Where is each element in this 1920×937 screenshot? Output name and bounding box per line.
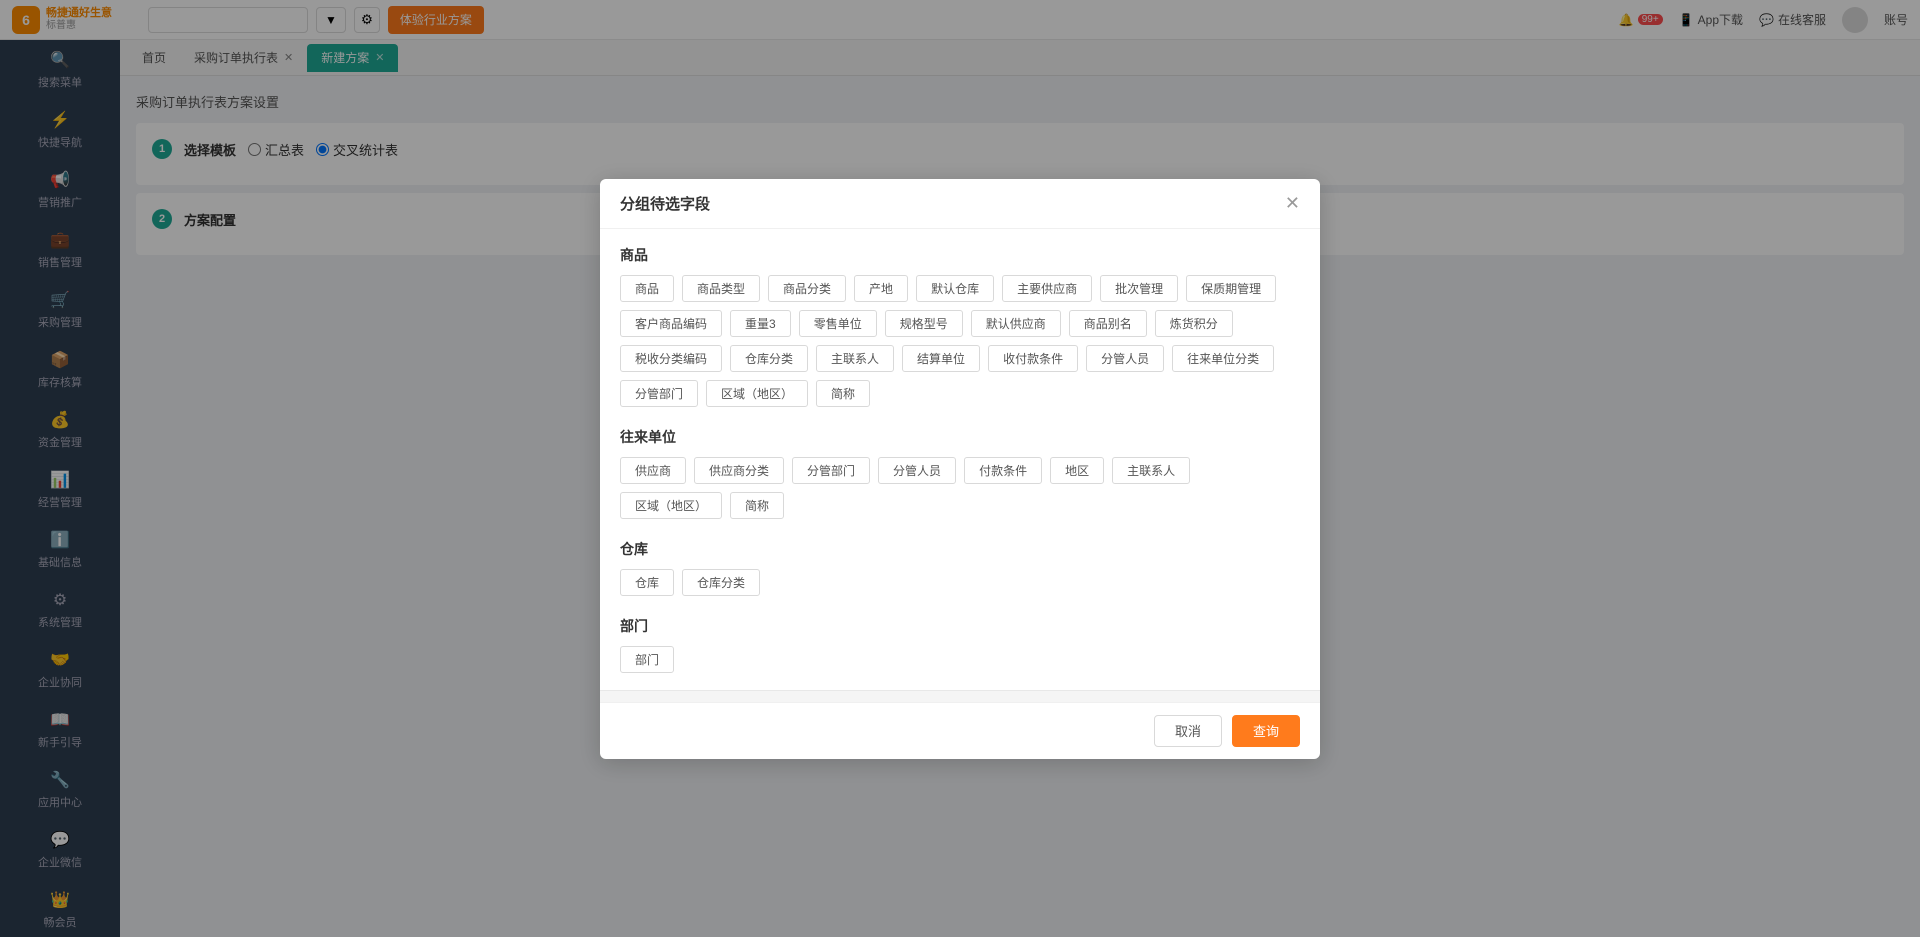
field-tag-商品别名[interactable]: 商品别名 (1069, 310, 1147, 337)
field-section-商品: 商品商品商品类型商品分类产地默认仓库主要供应商批次管理保质期管理客户商品编码重量… (620, 245, 1300, 407)
field-tag-分管部门[interactable]: 分管部门 (620, 380, 698, 407)
modal-header: 分组待选字段 ✕ (600, 179, 1320, 229)
field-tag-分管人员[interactable]: 分管人员 (1086, 345, 1164, 372)
field-tag-炼货积分[interactable]: 炼货积分 (1155, 310, 1233, 337)
field-tag-重量3[interactable]: 重量3 (730, 310, 791, 337)
field-tag-商品分类[interactable]: 商品分类 (768, 275, 846, 302)
field-tag-收付款条件[interactable]: 收付款条件 (988, 345, 1078, 372)
section-title-往来单位: 往来单位 (620, 427, 1300, 447)
field-section-仓库: 仓库仓库仓库分类 (620, 539, 1300, 596)
modal-overlay: 分组待选字段 ✕ 商品商品商品类型商品分类产地默认仓库主要供应商批次管理保质期管… (0, 0, 1920, 937)
field-tag-默认供应商[interactable]: 默认供应商 (971, 310, 1061, 337)
field-tag-零售单位[interactable]: 零售单位 (799, 310, 877, 337)
field-tag-简称[interactable]: 简称 (816, 380, 870, 407)
modal-title: 分组待选字段 (620, 193, 710, 214)
modal-close-button[interactable]: ✕ (1285, 193, 1300, 214)
field-tag-区域（地区）[interactable]: 区域（地区） (620, 492, 722, 519)
field-tag-简称[interactable]: 简称 (730, 492, 784, 519)
field-tag-规格型号[interactable]: 规格型号 (885, 310, 963, 337)
field-tag-往来单位分类[interactable]: 往来单位分类 (1172, 345, 1274, 372)
field-tag-商品[interactable]: 商品 (620, 275, 674, 302)
modal-dialog: 分组待选字段 ✕ 商品商品商品类型商品分类产地默认仓库主要供应商批次管理保质期管… (600, 179, 1320, 759)
field-tag-客户商品编码[interactable]: 客户商品编码 (620, 310, 722, 337)
field-tag-主要供应商[interactable]: 主要供应商 (1002, 275, 1092, 302)
modal-horizontal-scrollbar[interactable] (600, 690, 1320, 702)
field-tag-供应商分类[interactable]: 供应商分类 (694, 457, 784, 484)
field-tag-部门[interactable]: 部门 (620, 646, 674, 673)
section-title-商品: 商品 (620, 245, 1300, 265)
field-tag-仓库分类[interactable]: 仓库分类 (730, 345, 808, 372)
field-tag-付款条件[interactable]: 付款条件 (964, 457, 1042, 484)
confirm-button[interactable]: 查询 (1232, 715, 1300, 747)
field-tag-税收分类编码[interactable]: 税收分类编码 (620, 345, 722, 372)
cancel-button[interactable]: 取消 (1154, 715, 1222, 747)
field-tag-主联系人[interactable]: 主联系人 (1112, 457, 1190, 484)
field-tag-产地[interactable]: 产地 (854, 275, 908, 302)
modal-body: 商品商品商品类型商品分类产地默认仓库主要供应商批次管理保质期管理客户商品编码重量… (600, 229, 1320, 690)
field-tag-仓库分类[interactable]: 仓库分类 (682, 569, 760, 596)
field-tag-结算单位[interactable]: 结算单位 (902, 345, 980, 372)
field-tag-保质期管理[interactable]: 保质期管理 (1186, 275, 1276, 302)
field-tag-商品类型[interactable]: 商品类型 (682, 275, 760, 302)
field-tag-主联系人[interactable]: 主联系人 (816, 345, 894, 372)
field-tags-商品: 商品商品类型商品分类产地默认仓库主要供应商批次管理保质期管理客户商品编码重量3 零… (620, 275, 1300, 407)
field-section-部门: 部门部门 (620, 616, 1300, 673)
field-tag-分管部门[interactable]: 分管部门 (792, 457, 870, 484)
field-tag-分管人员[interactable]: 分管人员 (878, 457, 956, 484)
field-tags-部门: 部门 (620, 646, 1300, 673)
modal-footer: 取消 查询 (600, 702, 1320, 759)
field-tag-批次管理[interactable]: 批次管理 (1100, 275, 1178, 302)
field-tag-供应商[interactable]: 供应商 (620, 457, 686, 484)
field-tag-区域（地区）[interactable]: 区域（地区） (706, 380, 808, 407)
field-tags-仓库: 仓库仓库分类 (620, 569, 1300, 596)
field-tags-往来单位: 供应商供应商分类分管部门分管人员付款条件地区主联系人区域（地区） 简称 (620, 457, 1300, 519)
field-section-往来单位: 往来单位供应商供应商分类分管部门分管人员付款条件地区主联系人区域（地区） 简称 (620, 427, 1300, 519)
section-title-部门: 部门 (620, 616, 1300, 636)
field-tag-默认仓库[interactable]: 默认仓库 (916, 275, 994, 302)
field-tag-地区[interactable]: 地区 (1050, 457, 1104, 484)
field-tag-仓库[interactable]: 仓库 (620, 569, 674, 596)
section-title-仓库: 仓库 (620, 539, 1300, 559)
